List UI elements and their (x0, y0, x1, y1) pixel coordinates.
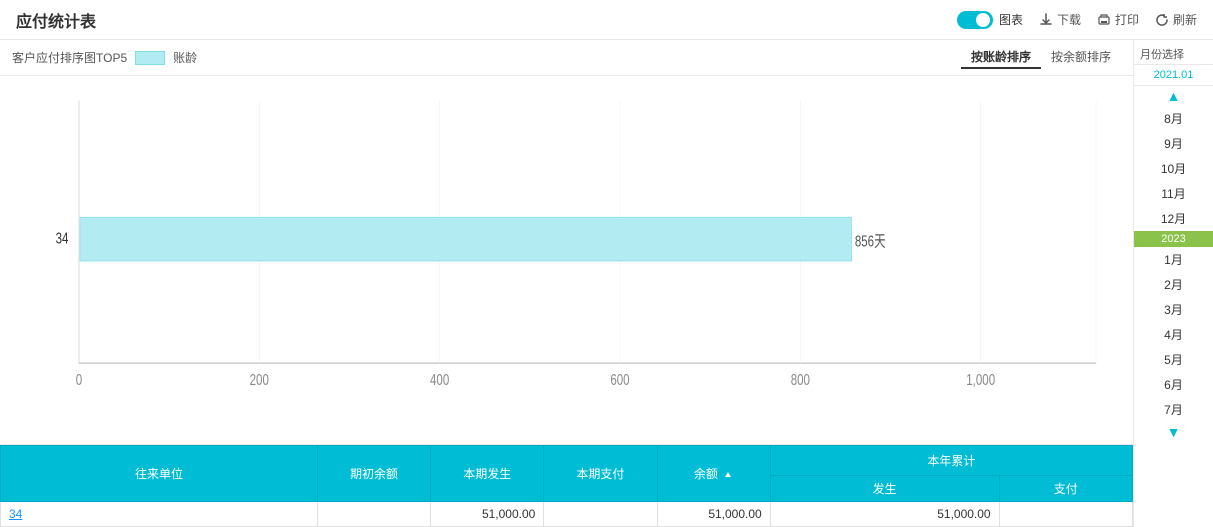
sidebar-title: 月份选择 (1134, 40, 1213, 65)
sidebar-month-item[interactable]: 7月 (1134, 397, 1213, 422)
col-occur-header: 本期发生 (431, 446, 544, 502)
print-icon (1097, 13, 1111, 27)
svg-text:800: 800 (791, 370, 810, 388)
legend-box-label: 账龄 (173, 49, 197, 66)
chart-toggle-wrap[interactable]: 图表 (957, 11, 1023, 29)
svg-text:200: 200 (250, 370, 269, 388)
chart-toggle[interactable] (957, 11, 993, 29)
sidebar-year-input[interactable] (1134, 65, 1213, 86)
print-label: 打印 (1115, 11, 1139, 28)
sidebar-down-button[interactable]: ▼ (1134, 422, 1213, 442)
sort-buttons: 按账龄排序 按余额排序 (961, 46, 1121, 69)
cell-unit[interactable]: 34 (1, 502, 318, 527)
sidebar-month-item[interactable]: 4月 (1134, 322, 1213, 347)
col-balance-header: 余额 (657, 446, 770, 502)
refresh-label: 刷新 (1173, 11, 1197, 28)
sidebar-month-item[interactable]: 1月 (1134, 247, 1213, 272)
sidebar: 月份选择 ▲ 8月9月10月11月12月20231月2月3月4月5月6月7月 ▼ (1133, 40, 1213, 527)
sort-by-amount-button[interactable]: 按余额排序 (1041, 46, 1121, 69)
refresh-button[interactable]: 刷新 (1155, 11, 1197, 28)
cell-ytd-pay (999, 502, 1132, 527)
sidebar-year-label[interactable]: 2023 (1134, 231, 1213, 247)
svg-text:400: 400 (430, 370, 449, 388)
sidebar-month-item[interactable]: 2月 (1134, 272, 1213, 297)
sidebar-month-item[interactable]: 12月 (1134, 206, 1213, 231)
cell-opening (317, 502, 430, 527)
print-button[interactable]: 打印 (1097, 11, 1139, 28)
chart-header: 客户应付排序图TOP5 账龄 按账龄排序 按余额排序 (0, 40, 1133, 76)
sidebar-month-item[interactable]: 6月 (1134, 372, 1213, 397)
bar-chart: 0 200 400 600 800 1,000 34 856天 (16, 86, 1117, 436)
header-actions: 图表 下载 打印 刷新 (957, 11, 1197, 29)
sidebar-month-item[interactable]: 3月 (1134, 297, 1213, 322)
col-pay-header: 本期支付 (544, 446, 657, 502)
svg-text:1,000: 1,000 (966, 370, 995, 388)
download-icon (1039, 13, 1053, 27)
data-table: 往来单位 期初余额 本期发生 本期支付 余额 本年累计 发生 (0, 444, 1133, 527)
toggle-label: 图表 (999, 11, 1023, 28)
col-unit-header: 往来单位 (1, 446, 318, 502)
page-title: 应付统计表 (16, 8, 96, 32)
cell-balance: 51,000.00 (657, 502, 770, 527)
cell-pay (544, 502, 657, 527)
cell-ytd-occur: 51,000.00 (770, 502, 999, 527)
download-label: 下载 (1057, 11, 1081, 28)
col-ytd-header: 本年累计 (770, 446, 1132, 476)
sidebar-months: 8月9月10月11月12月20231月2月3月4月5月6月7月 (1134, 106, 1213, 422)
sort-by-balance-button[interactable]: 按账龄排序 (961, 46, 1041, 69)
legend-text: 客户应付排序图TOP5 (12, 49, 127, 66)
cell-occur: 51,000.00 (431, 502, 544, 527)
sidebar-month-item[interactable]: 10月 (1134, 156, 1213, 181)
svg-text:34: 34 (56, 229, 69, 247)
svg-text:0: 0 (76, 370, 83, 388)
sidebar-month-item[interactable]: 5月 (1134, 347, 1213, 372)
sidebar-month-item[interactable]: 9月 (1134, 131, 1213, 156)
table-header-row: 往来单位 期初余额 本期发生 本期支付 余额 本年累计 (1, 446, 1133, 476)
col-ytd-occur-header: 发生 (770, 476, 999, 502)
col-ytd-pay-header: 支付 (999, 476, 1132, 502)
sidebar-up-button[interactable]: ▲ (1134, 86, 1213, 106)
legend-box (135, 51, 165, 65)
chart-area: 0 200 400 600 800 1,000 34 856天 (0, 76, 1133, 444)
svg-text:856天: 856天 (855, 231, 886, 249)
chart-legend: 客户应付排序图TOP5 账龄 (12, 49, 197, 66)
table-row: 34 51,000.00 51,000.00 51,000.00 (1, 502, 1133, 527)
refresh-icon (1155, 13, 1169, 27)
sidebar-month-item[interactable]: 8月 (1134, 106, 1213, 131)
sidebar-month-item[interactable]: 11月 (1134, 181, 1213, 206)
download-button[interactable]: 下载 (1039, 11, 1081, 28)
col-opening-header: 期初余额 (317, 446, 430, 502)
balance-sort-icon[interactable] (723, 470, 733, 480)
table-body: 34 51,000.00 51,000.00 51,000.00 (1, 502, 1133, 527)
svg-text:600: 600 (610, 370, 629, 388)
